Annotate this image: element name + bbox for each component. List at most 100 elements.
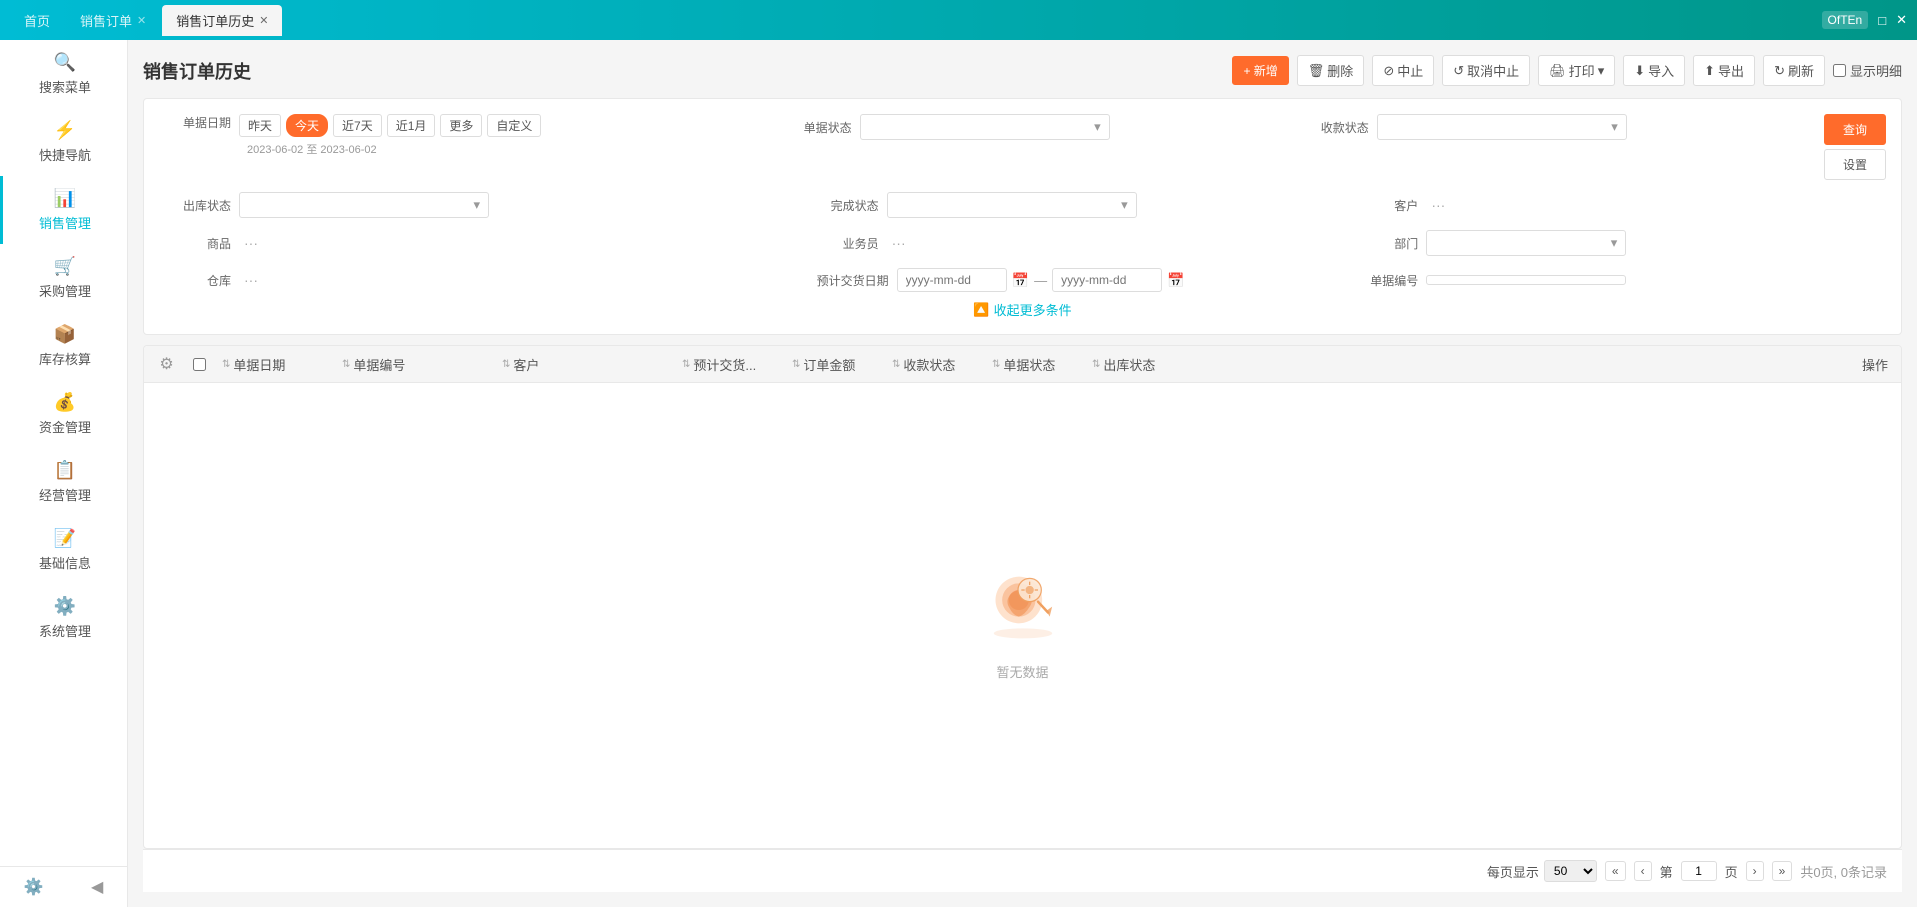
sidebar-item-basic-info-label: 基础信息 bbox=[39, 553, 91, 572]
sidebar-item-purchase-mgmt-label: 采购管理 bbox=[39, 281, 91, 300]
tab-sales-order-history-close[interactable]: ✕ bbox=[259, 14, 268, 27]
sidebar-item-basic-info[interactable]: 📝 基础信息 bbox=[0, 516, 127, 584]
ops-mgmt-icon: 📋 bbox=[54, 460, 76, 481]
select-all-checkbox[interactable] bbox=[193, 358, 206, 371]
last-page-button[interactable]: » bbox=[1772, 861, 1793, 881]
warehouse-select[interactable]: ··· bbox=[239, 272, 263, 288]
doc-status-select[interactable]: ▾ bbox=[860, 114, 1110, 140]
add-button[interactable]: + 新增 bbox=[1232, 56, 1288, 85]
print-button[interactable]: 🖨 打印 ▾ bbox=[1538, 55, 1615, 86]
import-icon: ⬇ bbox=[1634, 63, 1645, 79]
page-size-select[interactable]: 50 20 100 bbox=[1544, 860, 1597, 882]
delivery-date-from[interactable] bbox=[897, 268, 1007, 292]
date-btn-1month[interactable]: 近1月 bbox=[387, 114, 436, 137]
page-number-input[interactable] bbox=[1681, 861, 1717, 881]
filter-complete-status-group: 完成状态 ▾ bbox=[807, 192, 1347, 218]
sidebar-settings-icon[interactable]: ⚙️ bbox=[24, 877, 44, 897]
table-settings-icon[interactable]: ⚙ bbox=[159, 354, 173, 374]
stop-button[interactable]: ⊘ 中止 bbox=[1372, 55, 1434, 86]
complete-status-select[interactable]: ▾ bbox=[887, 192, 1137, 218]
sort-icon-doc-status[interactable]: ⇅ bbox=[992, 359, 1000, 370]
filter-row-3: 商品 ··· 业务员 ··· 部门 ▾ bbox=[159, 230, 1886, 256]
often-badge: OfTEn bbox=[1822, 11, 1869, 29]
doc-number-input[interactable] bbox=[1426, 275, 1626, 285]
payment-status-select[interactable]: ▾ bbox=[1377, 114, 1627, 140]
date-btn-custom[interactable]: 自定义 bbox=[487, 114, 541, 137]
th-checkbox[interactable] bbox=[184, 358, 214, 371]
display-detail-checkbox[interactable] bbox=[1833, 64, 1846, 77]
restore-button[interactable]: □ bbox=[1878, 13, 1886, 28]
complete-status-arrow: ▾ bbox=[1121, 197, 1128, 213]
delivery-date-to[interactable] bbox=[1052, 268, 1162, 292]
tab-sales-order-close[interactable]: ✕ bbox=[137, 14, 146, 27]
sidebar-item-quick-nav[interactable]: ⚡ 快捷导航 bbox=[0, 108, 127, 176]
dept-arrow: ▾ bbox=[1611, 235, 1618, 251]
cancel-stop-button[interactable]: ↺ 取消中止 bbox=[1442, 55, 1530, 86]
sidebar-item-purchase-mgmt[interactable]: 🛒 采购管理 bbox=[0, 244, 127, 312]
sort-icon-date[interactable]: ⇅ bbox=[222, 359, 230, 370]
query-button[interactable]: 查询 bbox=[1824, 114, 1886, 145]
date-btn-today[interactable]: 今天 bbox=[286, 114, 328, 137]
filter-warehouse-group: 仓库 ··· bbox=[159, 272, 807, 289]
warehouse-status-select[interactable]: ▾ bbox=[239, 192, 489, 218]
warehouse-status-label: 出库状态 bbox=[159, 197, 239, 214]
first-page-button[interactable]: « bbox=[1605, 861, 1626, 881]
filter-customer-group: 客户 ··· bbox=[1346, 197, 1886, 214]
th-customer: ⇅ 客户 bbox=[494, 355, 674, 374]
filter-settings-button[interactable]: 设置 bbox=[1824, 149, 1886, 180]
sort-icon-number[interactable]: ⇅ bbox=[342, 359, 350, 370]
filter-area: 单据日期 昨天 今天 近7天 近1月 更多 自定义 2023-06-02 至 2… bbox=[143, 98, 1902, 335]
goods-select[interactable]: ··· bbox=[239, 235, 263, 251]
capital-mgmt-icon: 💰 bbox=[54, 392, 76, 413]
main-layout: 🔍 搜索菜单 ⚡ 快捷导航 📊 销售管理 🛒 采购管理 📦 库存核算 💰 资金管… bbox=[0, 40, 1917, 907]
import-button[interactable]: ⬇ 导入 bbox=[1623, 55, 1685, 86]
table-area: ⚙ ⇅ 单据日期 ⇅ 单据编号 ⇅ 客户 ⇅ bbox=[143, 345, 1902, 849]
inventory-icon: 📦 bbox=[54, 324, 76, 345]
date-btn-yesterday[interactable]: 昨天 bbox=[239, 114, 281, 137]
prev-page-button[interactable]: ‹ bbox=[1634, 861, 1652, 881]
calendar-to-icon[interactable]: 📅 bbox=[1167, 272, 1184, 289]
sort-icon-payment[interactable]: ⇅ bbox=[892, 359, 900, 370]
delete-icon: 🗑 bbox=[1308, 63, 1325, 79]
purchase-mgmt-icon: 🛒 bbox=[54, 256, 76, 277]
tab-sales-order-history-label: 销售订单历史 bbox=[176, 11, 254, 30]
date-btn-more[interactable]: 更多 bbox=[440, 114, 482, 137]
pagination: 每页显示 50 20 100 « ‹ 第 页 › » 共0页, 0条记录 bbox=[143, 849, 1902, 892]
sidebar-item-sales-mgmt[interactable]: 📊 销售管理 bbox=[0, 176, 127, 244]
sidebar-item-ops-mgmt[interactable]: 📋 经营管理 bbox=[0, 448, 127, 516]
close-window-button[interactable]: ✕ bbox=[1896, 12, 1907, 28]
filter-dept-group: 部门 ▾ bbox=[1346, 230, 1886, 256]
tab-sales-order[interactable]: 销售订单 ✕ bbox=[66, 5, 160, 36]
date-btn-7days[interactable]: 近7天 bbox=[333, 114, 382, 137]
sidebar-item-inventory[interactable]: 📦 库存核算 bbox=[0, 312, 127, 380]
sidebar-item-search-menu[interactable]: 🔍 搜索菜单 bbox=[0, 40, 127, 108]
salesman-label: 业务员 bbox=[807, 235, 887, 252]
dept-select[interactable]: ▾ bbox=[1426, 230, 1626, 256]
tab-sales-order-history[interactable]: 销售订单历史 ✕ bbox=[162, 5, 282, 36]
sort-icon-delivery[interactable]: ⇅ bbox=[682, 359, 690, 370]
sort-icon-customer[interactable]: ⇅ bbox=[502, 359, 510, 370]
salesman-select[interactable]: ··· bbox=[887, 235, 911, 251]
sort-icon-amount[interactable]: ⇅ bbox=[792, 359, 800, 370]
next-page-button[interactable]: › bbox=[1746, 861, 1764, 881]
sidebar-bottom: ⚙️ ◀ bbox=[0, 866, 127, 907]
sort-icon-warehouse[interactable]: ⇅ bbox=[1092, 359, 1100, 370]
sidebar-item-sys-mgmt-label: 系统管理 bbox=[39, 621, 91, 640]
sidebar-item-sys-mgmt[interactable]: ⚙️ 系统管理 bbox=[0, 584, 127, 652]
refresh-button[interactable]: ↻ 刷新 bbox=[1763, 55, 1825, 86]
th-date: ⇅ 单据日期 bbox=[214, 355, 334, 374]
export-button[interactable]: ⬆ 导出 bbox=[1693, 55, 1755, 86]
sidebar-item-capital-mgmt[interactable]: 💰 资金管理 bbox=[0, 380, 127, 448]
collapse-btn[interactable]: 🔼 收起更多条件 bbox=[159, 300, 1886, 319]
empty-illustration bbox=[973, 550, 1073, 650]
customer-select[interactable]: ··· bbox=[1426, 197, 1450, 213]
th-settings[interactable]: ⚙ bbox=[149, 354, 184, 374]
delete-button[interactable]: 🗑 删除 bbox=[1297, 55, 1365, 86]
filter-row-1: 单据日期 昨天 今天 近7天 近1月 更多 自定义 2023-06-02 至 2… bbox=[159, 114, 1886, 180]
th-number: ⇅ 单据编号 bbox=[334, 355, 494, 374]
tab-home[interactable]: 首页 bbox=[10, 5, 64, 36]
calendar-from-icon[interactable]: 📅 bbox=[1012, 272, 1029, 289]
sidebar-collapse-icon[interactable]: ◀ bbox=[91, 877, 103, 897]
filter-row-2: 出库状态 ▾ 完成状态 ▾ 客户 ··· bbox=[159, 192, 1886, 218]
th-warehouse: ⇅ 出库状态 bbox=[1084, 355, 1184, 374]
